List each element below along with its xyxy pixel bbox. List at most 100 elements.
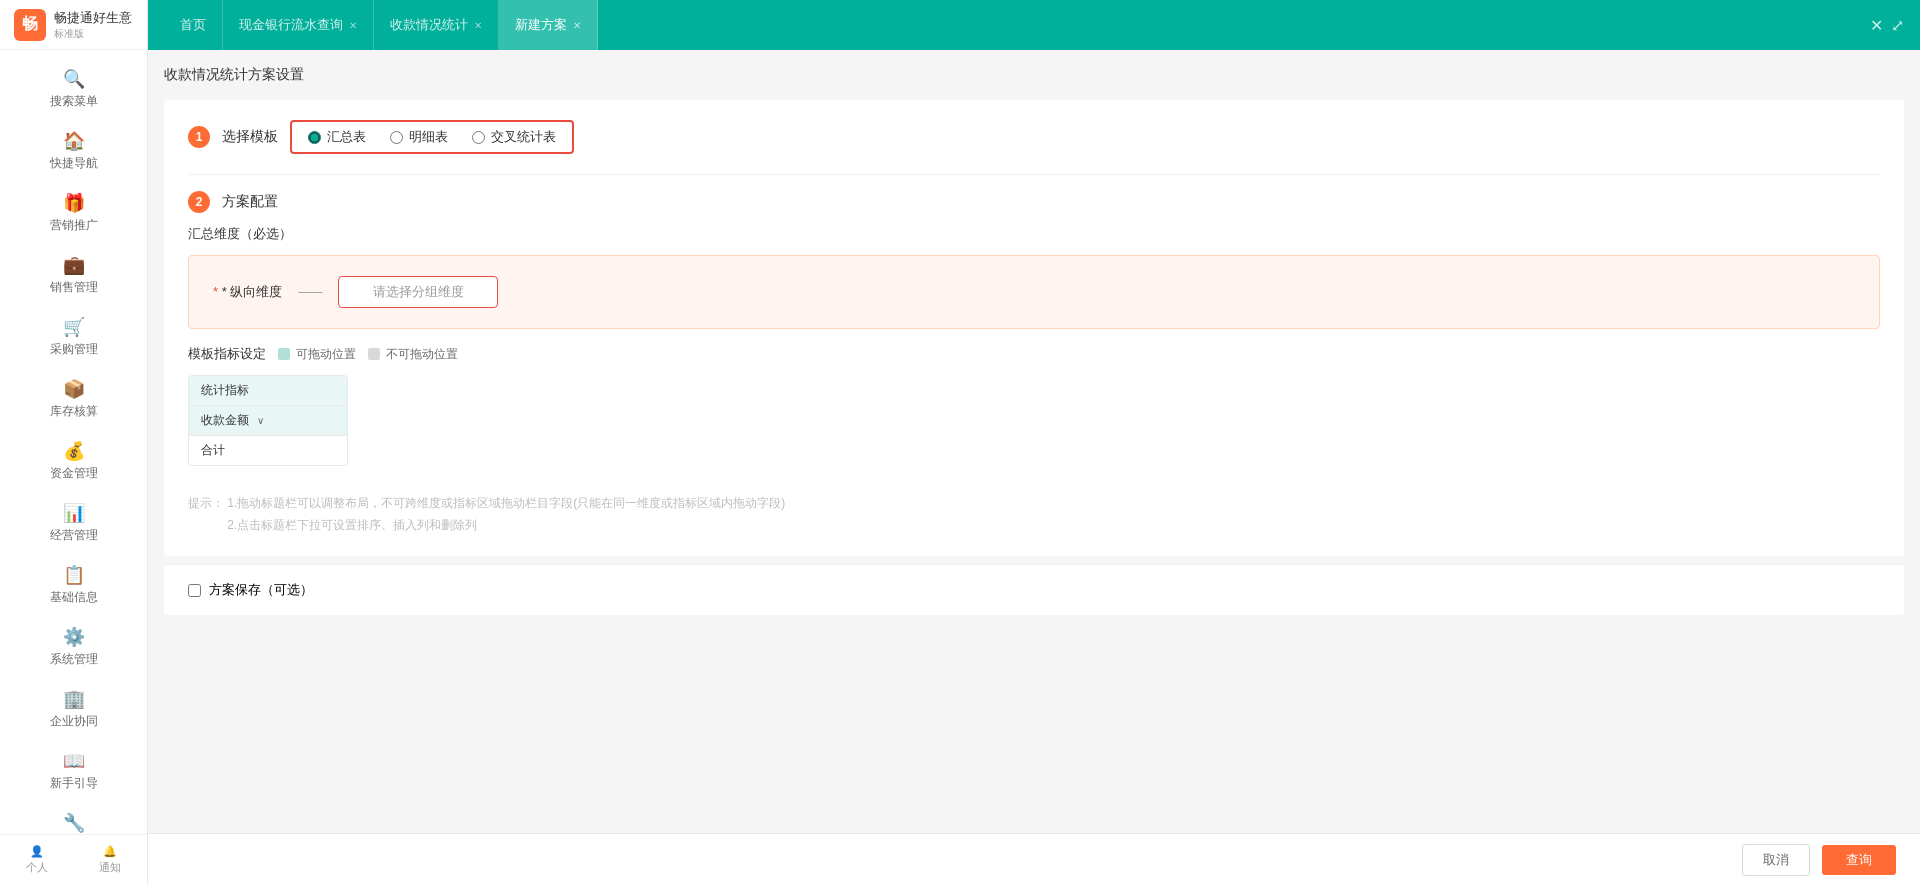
sidebar-item-sales[interactable]: 💼 销售管理	[0, 244, 147, 306]
sidebar-bottom-notification[interactable]: 🔔 通知	[99, 845, 121, 875]
chart-icon: 📊	[63, 502, 85, 524]
tab-bar-actions: ✕ ⤢	[1870, 16, 1904, 35]
tab-home[interactable]: 首页	[164, 0, 223, 50]
metrics-table-row[interactable]: 收款金额 ∨	[189, 406, 347, 435]
step1-row: 1 选择模板 汇总表 明细表 交叉统计表	[188, 120, 1880, 154]
sidebar-item-inventory[interactable]: 📦 库存核算	[0, 368, 147, 430]
sidebar-item-label: 系统管理	[50, 651, 98, 668]
tab-payment-stat-label: 收款情况统计	[390, 16, 468, 34]
sidebar-item-label: 经营管理	[50, 527, 98, 544]
legend-draggable: 可拖动位置	[278, 346, 356, 363]
sidebar-item-guide[interactable]: 📖 新手引导	[0, 740, 147, 802]
template-summary-label: 汇总表	[327, 128, 366, 146]
gear-icon: ⚙️	[63, 626, 85, 648]
tab-new-plan-label: 新建方案	[515, 16, 567, 34]
sidebar-item-purchase[interactable]: 🛒 采购管理	[0, 306, 147, 368]
sidebar-item-label: 销售管理	[50, 279, 98, 296]
sidebar-item-label: 基础信息	[50, 589, 98, 606]
tip-text-2: 2.点击标题栏下拉可设置排序、插入列和删除列	[188, 515, 477, 537]
tab-cashflow[interactable]: 现金银行流水查询 ✕	[223, 0, 374, 50]
sidebar-item-label: 营销推广	[50, 217, 98, 234]
wrench-icon: 🔧	[63, 812, 85, 834]
template-options: 汇总表 明细表 交叉统计表	[290, 120, 574, 154]
logo-text: 畅捷通好生意	[54, 9, 132, 27]
template-cross-label: 交叉统计表	[491, 128, 556, 146]
book-icon: 📖	[63, 750, 85, 772]
legend-non-draggable-label: 不可拖动位置	[386, 346, 458, 363]
legend-dot-draggable	[278, 348, 290, 360]
search-icon: 🔍	[63, 68, 85, 90]
tab-cashflow-label: 现金银行流水查询	[239, 16, 343, 34]
dimension-area: * * 纵向维度 —— 请选择分组维度	[188, 255, 1880, 329]
legend-dot-non-draggable	[368, 348, 380, 360]
template-cross-option[interactable]: 交叉统计表	[472, 128, 556, 146]
dimension-selector[interactable]: 请选择分组维度	[338, 276, 498, 308]
sidebar-item-hardware[interactable]: 🔧 智能硬件	[0, 802, 147, 834]
home-icon: 🏠	[63, 130, 85, 152]
tab-payment-stat-close[interactable]: ✕	[474, 20, 482, 31]
bottom-action-bar: 取消 查询	[148, 833, 1920, 885]
template-summary-radio[interactable]	[308, 131, 321, 144]
tab-payment-stat[interactable]: 收款情况统计 ✕	[374, 0, 499, 50]
page-breadcrumb: 收款情况统计方案设置	[164, 66, 1904, 84]
tab-close-all-btn[interactable]: ✕	[1870, 16, 1883, 35]
main-wrapper: 首页 现金银行流水查询 ✕ 收款情况统计 ✕ 新建方案 ✕ ✕ ⤢ 收款情况统计…	[148, 0, 1920, 885]
tab-expand-btn[interactable]: ⤢	[1891, 16, 1904, 35]
sidebar-item-finance[interactable]: 💰 资金管理	[0, 430, 147, 492]
sidebar-item-enterprise[interactable]: 🏢 企业协同	[0, 678, 147, 740]
step2-content: 汇总维度（必选） * * 纵向维度 —— 请选择分组维度	[188, 225, 1880, 536]
notification-label: 通知	[99, 860, 121, 875]
sidebar-item-label: 快捷导航	[50, 155, 98, 172]
sidebar-bottom: 👤 个人 🔔 通知	[0, 834, 147, 885]
dimension-row: * * 纵向维度 —— 请选择分组维度	[213, 276, 1855, 308]
plan-save-row: 方案保存（可选）	[164, 564, 1904, 615]
sidebar-item-label: 新手引导	[50, 775, 98, 792]
step2-label: 方案配置	[222, 193, 278, 211]
tab-cashflow-close[interactable]: ✕	[349, 20, 357, 31]
tab-new-plan[interactable]: 新建方案 ✕	[499, 0, 598, 50]
sidebar-item-label: 库存核算	[50, 403, 98, 420]
sidebar-item-basicinfo[interactable]: 📋 基础信息	[0, 554, 147, 616]
briefcase-icon: 💼	[63, 254, 85, 276]
query-button[interactable]: 查询	[1822, 845, 1896, 875]
dimension-placeholder: 请选择分组维度	[373, 283, 464, 301]
sidebar-bottom-profile[interactable]: 👤 个人	[26, 845, 48, 875]
metrics-header: 模板指标设定 可拖动位置 不可拖动位置	[188, 345, 1880, 363]
sidebar-item-label: 搜索菜单	[50, 93, 98, 110]
tab-new-plan-close[interactable]: ✕	[573, 20, 581, 31]
template-summary-option[interactable]: 汇总表	[308, 128, 366, 146]
summary-dimensions-title: 汇总维度（必选）	[188, 225, 1880, 243]
cancel-button[interactable]: 取消	[1742, 844, 1810, 876]
page-content: 收款情况统计方案设置 1 选择模板 汇总表 明细表	[148, 50, 1920, 885]
step2-row: 2 方案配置	[188, 191, 1880, 213]
plan-save-label: 方案保存（可选）	[209, 581, 313, 599]
sidebar-item-home[interactable]: 🏠 快捷导航	[0, 120, 147, 182]
chevron-down-icon[interactable]: ∨	[257, 415, 264, 426]
sidebar-nav: 🔍 搜索菜单 🏠 快捷导航 🎁 营销推广 💼 销售管理 🛒 采购管理 📦 库存核…	[0, 50, 147, 834]
template-detail-label: 明细表	[409, 128, 448, 146]
sidebar-item-marketing[interactable]: 🎁 营销推广	[0, 182, 147, 244]
gift-icon: 🎁	[63, 192, 85, 214]
profile-label: 个人	[26, 860, 48, 875]
metrics-row-value: 收款金额	[201, 412, 249, 429]
legend-draggable-label: 可拖动位置	[296, 346, 356, 363]
section-card: 1 选择模板 汇总表 明细表 交叉统计表	[164, 100, 1904, 556]
logo-badge: 标准版	[54, 27, 132, 41]
template-cross-radio[interactable]	[472, 131, 485, 144]
logo-icon: 畅	[14, 9, 46, 41]
sidebar-item-search[interactable]: 🔍 搜索菜单	[0, 58, 147, 120]
tab-home-label: 首页	[180, 16, 206, 34]
sidebar: 畅 畅捷通好生意 标准版 🔍 搜索菜单 🏠 快捷导航 🎁 营销推广 💼 销售管理…	[0, 0, 148, 885]
sidebar-item-operations[interactable]: 📊 经营管理	[0, 492, 147, 554]
metrics-section: 模板指标设定 可拖动位置 不可拖动位置 统计指标 收款金	[188, 345, 1880, 469]
clipboard-icon: 📋	[63, 564, 85, 586]
profile-icon: 👤	[30, 845, 44, 858]
sidebar-item-system[interactable]: ⚙️ 系统管理	[0, 616, 147, 678]
step2-badge: 2	[188, 191, 210, 213]
metrics-table-header: 统计指标	[189, 376, 347, 406]
plan-save-checkbox[interactable]	[188, 584, 201, 597]
template-detail-radio[interactable]	[390, 131, 403, 144]
metrics-table: 统计指标 收款金额 ∨ 合计	[188, 375, 348, 466]
template-detail-option[interactable]: 明细表	[390, 128, 448, 146]
sidebar-logo: 畅 畅捷通好生意 标准版	[0, 0, 147, 50]
